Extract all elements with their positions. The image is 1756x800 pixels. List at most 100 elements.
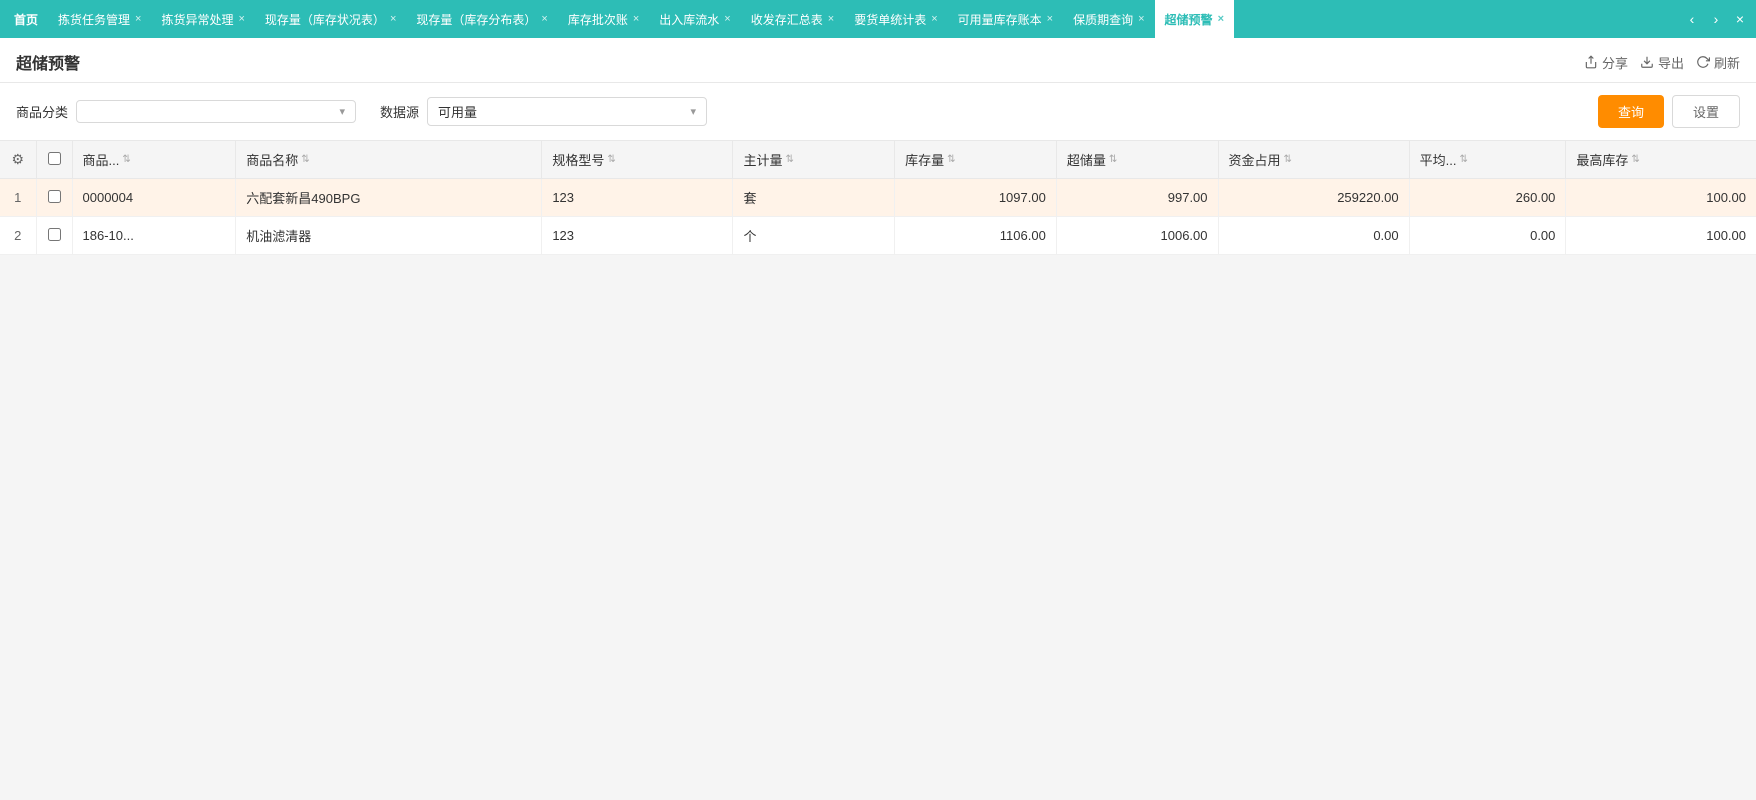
datasource-chevron-icon: ▾ (691, 105, 697, 118)
close-usable-account-icon[interactable]: × (1047, 13, 1053, 25)
nav-tab-task-mgmt[interactable]: 拣货任务管理 × (48, 0, 151, 38)
cell-capital-0: 259220.00 (1218, 179, 1409, 217)
cell-goods-code-0: 0000004 (72, 179, 236, 217)
select-all-checkbox[interactable] (48, 152, 61, 165)
sort-icon-avg: ⇅ (1459, 154, 1467, 165)
category-select[interactable]: ▾ (76, 100, 356, 123)
export-button[interactable]: 导出 (1640, 53, 1684, 72)
nav-tab-usable-account[interactable]: 可用量库存账本 × (948, 0, 1063, 38)
sort-goods-name[interactable]: 商品名称 ⇅ (246, 150, 309, 169)
category-filter: 商品分类 ▾ (16, 100, 356, 123)
nav-tab-home[interactable]: 首页 (4, 0, 48, 38)
cell-stock-1: 1106.00 (895, 217, 1057, 255)
close-overstock-icon[interactable]: × (1218, 13, 1224, 25)
filter-area: 商品分类 ▾ 数据源 可用量 ▾ 查询 设置 (0, 83, 1756, 141)
sort-icon-capital: ⇅ (1284, 154, 1292, 165)
sort-icon-goods-code: ⇅ (122, 154, 130, 165)
cell-goods-code-1: 186-10... (72, 217, 236, 255)
settings-button[interactable]: 设置 (1672, 95, 1740, 128)
sort-icon-unit: ⇅ (785, 154, 793, 165)
cell-goods-name-0: 六配套新昌490BPG (236, 179, 542, 217)
row-select-checkbox-1[interactable] (48, 228, 61, 241)
sort-unit[interactable]: 主计量 ⇅ (743, 150, 793, 169)
chevron-down-icon: ▾ (339, 105, 345, 118)
close-batch-account-icon[interactable]: × (633, 13, 639, 25)
sort-max-stock[interactable]: 最高库存 ⇅ (1576, 150, 1639, 169)
nav-tab-expiry[interactable]: 保质期查询 × (1063, 0, 1154, 38)
nav-prev-button[interactable]: ‹ (1680, 0, 1704, 38)
refresh-button[interactable]: 刷新 (1696, 53, 1740, 72)
cell-spec-0: 123 (542, 179, 733, 217)
cell-capital-1: 0.00 (1218, 217, 1409, 255)
sort-avg[interactable]: 平均... ⇅ (1420, 150, 1468, 169)
datasource-label: 数据源 (380, 102, 419, 121)
close-abnormal-icon[interactable]: × (238, 13, 244, 25)
row-checkbox-0 (36, 179, 72, 217)
nav-arrows: ‹ › × (1680, 0, 1752, 38)
col-spec: 规格型号 ⇅ (542, 141, 733, 179)
nav-more-button[interactable]: × (1728, 0, 1752, 38)
cell-overstock-1: 1006.00 (1056, 217, 1218, 255)
table-row: 2 186-10... 机油滤清器 123 个 1106.00 1006.00 … (0, 217, 1756, 255)
filter-actions: 查询 设置 (1598, 95, 1740, 128)
sort-icon-overstock: ⇅ (1109, 154, 1117, 165)
col-goods-name: 商品名称 ⇅ (236, 141, 542, 179)
col-goods-code: 商品... ⇅ (72, 141, 236, 179)
sort-icon-stock: ⇅ (947, 154, 955, 165)
close-stock-status-icon[interactable]: × (390, 13, 396, 25)
share-icon (1584, 55, 1598, 69)
col-unit: 主计量 ⇅ (733, 141, 895, 179)
col-overstock: 超储量 ⇅ (1056, 141, 1218, 179)
top-nav: 首页 拣货任务管理 × 拣货异常处理 × 现存量（库存状况表） × 现存量（库存… (0, 0, 1756, 38)
col-capital: 资金占用 ⇅ (1218, 141, 1409, 179)
datasource-value: 可用量 (438, 102, 477, 121)
sort-overstock[interactable]: 超储量 ⇅ (1067, 150, 1117, 169)
cell-spec-1: 123 (542, 217, 733, 255)
gear-icon[interactable]: ⚙ (11, 151, 24, 167)
category-label: 商品分类 (16, 102, 68, 121)
close-task-mgmt-icon[interactable]: × (135, 13, 141, 25)
cell-max-stock-0: 100.00 (1566, 179, 1756, 217)
col-avg: 平均... ⇅ (1409, 141, 1566, 179)
col-checkbox (36, 141, 72, 179)
col-stock: 库存量 ⇅ (895, 141, 1057, 179)
nav-tab-order-stats[interactable]: 要货单统计表 × (844, 0, 947, 38)
cell-unit-1: 个 (733, 217, 895, 255)
close-order-stats-icon[interactable]: × (931, 13, 937, 25)
close-stock-dist-icon[interactable]: × (541, 13, 547, 25)
datasource-select[interactable]: 可用量 ▾ (427, 97, 707, 126)
row-num-1: 2 (0, 217, 36, 255)
nav-tab-abnormal[interactable]: 拣货异常处理 × (151, 0, 254, 38)
sort-icon-goods-name: ⇅ (301, 154, 309, 165)
nav-tab-inout-flow[interactable]: 出入库流水 × (649, 0, 740, 38)
overstock-table: ⚙ 商品... ⇅ 商品名称 ⇅ (0, 141, 1756, 255)
sort-spec[interactable]: 规格型号 ⇅ (552, 150, 615, 169)
nav-tab-stock-status[interactable]: 现存量（库存状况表） × (255, 0, 406, 38)
sort-icon-spec: ⇅ (607, 154, 615, 165)
close-expiry-icon[interactable]: × (1138, 13, 1144, 25)
header-actions: 分享 导出 刷新 (1584, 53, 1740, 72)
table-body: 1 0000004 六配套新昌490BPG 123 套 1097.00 997.… (0, 179, 1756, 255)
sort-goods-code[interactable]: 商品... ⇅ (83, 150, 131, 169)
row-num-0: 1 (0, 179, 36, 217)
row-select-checkbox-0[interactable] (48, 190, 61, 203)
close-collect-summary-icon[interactable]: × (828, 13, 834, 25)
nav-tab-overstock[interactable]: 超储预警 × (1155, 0, 1234, 38)
col-max-stock: 最高库存 ⇅ (1566, 141, 1756, 179)
close-inout-flow-icon[interactable]: × (724, 13, 730, 25)
sort-capital[interactable]: 资金占用 ⇅ (1229, 150, 1292, 169)
nav-next-button[interactable]: › (1704, 0, 1728, 38)
col-settings: ⚙ (0, 141, 36, 179)
cell-unit-0: 套 (733, 179, 895, 217)
nav-tab-collect-summary[interactable]: 收发存汇总表 × (741, 0, 844, 38)
nav-tab-stock-dist[interactable]: 现存量（库存分布表） × (406, 0, 557, 38)
export-icon (1640, 55, 1654, 69)
cell-avg-0: 260.00 (1409, 179, 1566, 217)
query-button[interactable]: 查询 (1598, 95, 1664, 128)
sort-stock[interactable]: 库存量 ⇅ (905, 150, 955, 169)
page-title: 超储预警 (16, 50, 80, 74)
share-button[interactable]: 分享 (1584, 53, 1628, 72)
row-checkbox-1 (36, 217, 72, 255)
nav-tab-batch-account[interactable]: 库存批次账 × (558, 0, 649, 38)
refresh-icon (1696, 55, 1710, 69)
